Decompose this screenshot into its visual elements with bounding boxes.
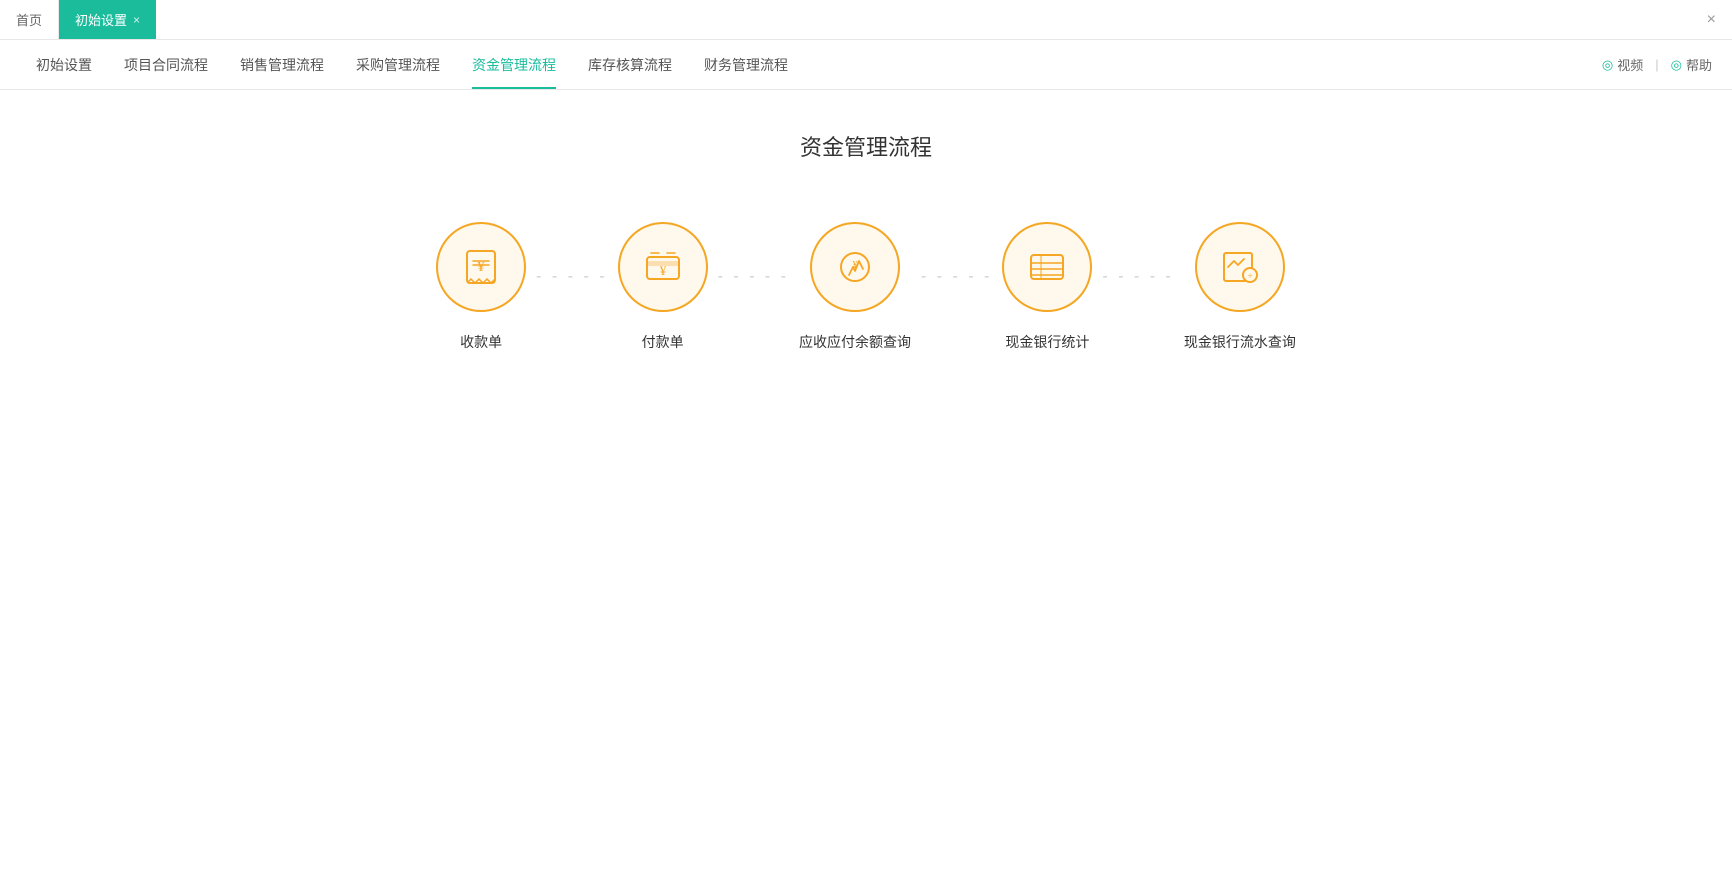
flow-item-payment[interactable]: ¥ 付款单 xyxy=(618,222,708,352)
flow-item-balance[interactable]: ¥ 应收应付余额查询 xyxy=(799,222,911,352)
flow-connector-2: - - - - - xyxy=(708,268,799,306)
help-label: 帮助 xyxy=(1686,55,1712,74)
svg-text:¥: ¥ xyxy=(659,263,666,278)
nav-item-purchase-management[interactable]: 采购管理流程 xyxy=(340,40,456,89)
nav-label-sales-management: 销售管理流程 xyxy=(240,55,324,75)
receipt-icon: ¥ xyxy=(459,245,503,289)
flow-dots-1: - - - - - xyxy=(536,268,607,286)
tab-close-icon[interactable]: × xyxy=(133,13,140,27)
nav-label-inventory-accounting: 库存核算流程 xyxy=(588,55,672,75)
nav-item-inventory-accounting[interactable]: 库存核算流程 xyxy=(572,40,688,89)
nav-menu: 初始设置 项目合同流程 销售管理流程 采购管理流程 资金管理流程 库存核算流程 … xyxy=(0,40,1732,90)
flow-dots-2: - - - - - xyxy=(718,268,789,286)
nav-item-fund-management[interactable]: 资金管理流程 xyxy=(456,40,572,89)
cashflow-icon: + xyxy=(1218,245,1262,289)
home-label: 首页 xyxy=(16,10,42,29)
nav-item-initial-setup[interactable]: 初始设置 xyxy=(20,40,108,89)
nav-item-sales-management[interactable]: 销售管理流程 xyxy=(224,40,340,89)
video-circle-icon: ◎ xyxy=(1602,57,1613,73)
flow-container: ¥ 收款单 - - - - - ¥ 付款单 - - xyxy=(436,222,1296,352)
home-tab[interactable]: 首页 xyxy=(0,0,59,39)
nav-label-project-contract: 项目合同流程 xyxy=(124,55,208,75)
flow-item-cashbank[interactable]: 现金银行统计 xyxy=(1002,222,1092,352)
nav-item-project-contract[interactable]: 项目合同流程 xyxy=(108,40,224,89)
flow-connector-3: - - - - - xyxy=(911,268,1002,306)
flow-label-receipt: 收款单 xyxy=(460,332,502,352)
svg-text:¥: ¥ xyxy=(853,260,858,271)
flow-dots-3: - - - - - xyxy=(921,268,992,286)
flow-circle-receipt: ¥ xyxy=(436,222,526,312)
flow-circle-payment: ¥ xyxy=(618,222,708,312)
svg-text:+: + xyxy=(1247,271,1252,281)
help-circle-icon: ◎ xyxy=(1671,57,1682,73)
nav-label-financial-management: 财务管理流程 xyxy=(704,55,788,75)
flow-dots-4: - - - - - xyxy=(1102,268,1173,286)
flow-label-cashbank: 现金银行统计 xyxy=(1005,332,1089,352)
payment-icon: ¥ xyxy=(641,245,685,289)
page-title: 资金管理流程 xyxy=(800,130,932,162)
cashbank-icon xyxy=(1025,245,1069,289)
active-tab[interactable]: 初始设置 × xyxy=(59,0,156,39)
active-tab-label: 初始设置 xyxy=(75,10,127,29)
video-link[interactable]: ◎ 视频 xyxy=(1602,55,1643,74)
window-close-button[interactable]: × xyxy=(1691,0,1732,39)
help-link[interactable]: ◎ 帮助 xyxy=(1671,55,1712,74)
main-content: 资金管理流程 ¥ 收款单 - - - - - xyxy=(0,90,1732,392)
flow-circle-cashflow: + xyxy=(1195,222,1285,312)
nav-label-fund-management: 资金管理流程 xyxy=(472,55,556,75)
flow-label-cashflow: 现金银行流水查询 xyxy=(1184,332,1296,352)
flow-circle-cashbank xyxy=(1002,222,1092,312)
nav-label-purchase-management: 采购管理流程 xyxy=(356,55,440,75)
svg-text:¥: ¥ xyxy=(478,260,485,275)
top-bar: 首页 初始设置 × × xyxy=(0,0,1732,40)
flow-connector-1: - - - - - xyxy=(526,268,617,306)
flow-label-payment: 付款单 xyxy=(642,332,684,352)
flow-circle-balance: ¥ xyxy=(810,222,900,312)
nav-right-actions: ◎ 视频 | ◎ 帮助 xyxy=(1602,55,1712,74)
flow-item-cashflow[interactable]: + 现金银行流水查询 xyxy=(1184,222,1296,352)
nav-divider: | xyxy=(1655,57,1658,72)
video-label: 视频 xyxy=(1617,55,1643,74)
nav-item-financial-management[interactable]: 财务管理流程 xyxy=(688,40,804,89)
balance-icon: ¥ xyxy=(833,245,877,289)
flow-item-receipt[interactable]: ¥ 收款单 xyxy=(436,222,526,352)
flow-label-balance: 应收应付余额查询 xyxy=(799,332,911,352)
nav-label-initial-setup: 初始设置 xyxy=(36,55,92,75)
flow-connector-4: - - - - - xyxy=(1092,268,1183,306)
